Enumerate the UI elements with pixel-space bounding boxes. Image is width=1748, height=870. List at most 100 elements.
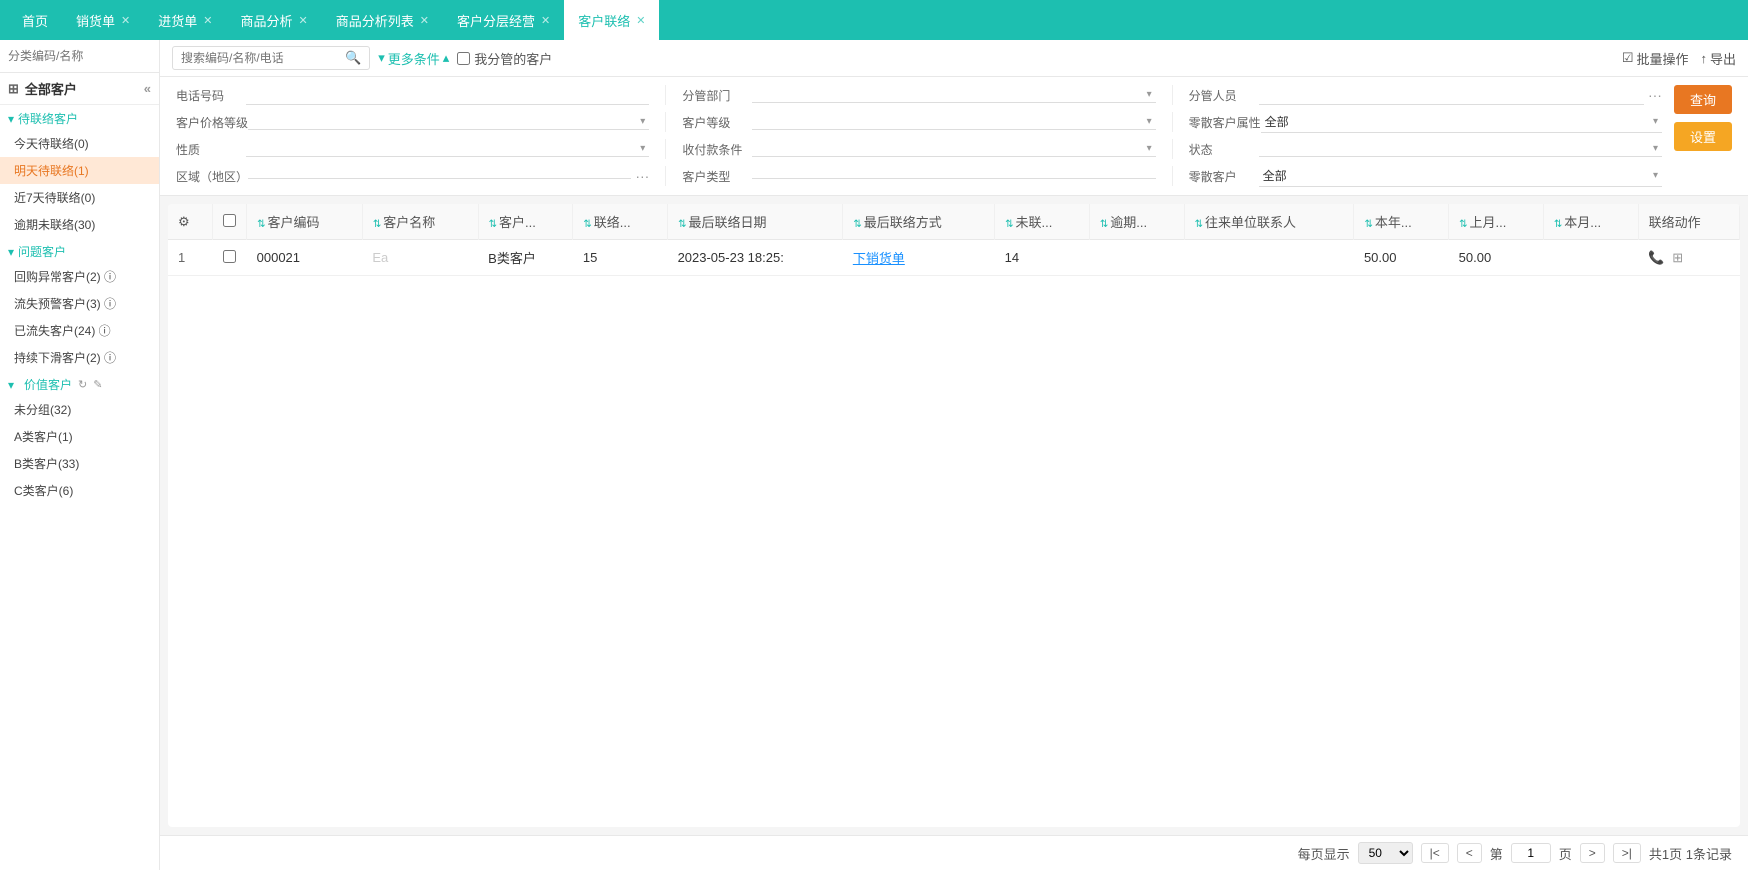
close-segmentation-tab[interactable]: ✕ — [541, 14, 550, 27]
next-page-button[interactable]: > — [1580, 843, 1605, 863]
person-input[interactable] — [1259, 86, 1644, 105]
sidebar-group-problem[interactable]: 问题客户 — [0, 238, 159, 263]
nav-product-analysis-list[interactable]: 商品分析列表 ✕ — [322, 0, 443, 40]
retail-customer-select[interactable]: 全部 ▾ — [1259, 165, 1662, 187]
sidebar-item-ungrouped[interactable]: 未分组(32) — [0, 396, 159, 423]
sidebar-item-churned[interactable]: 已流失客户(24) ⓘ — [0, 317, 159, 344]
sidebar-search-input[interactable] — [8, 49, 160, 63]
query-button[interactable]: 查询 — [1674, 85, 1732, 114]
my-customers-checkbox[interactable] — [457, 52, 470, 65]
person-dots-icon[interactable]: ··· — [1648, 87, 1662, 103]
close-product-list-tab[interactable]: ✕ — [420, 14, 429, 27]
region-label: 区域（地区） — [176, 168, 248, 185]
settings-icon[interactable]: ⚙ — [178, 214, 190, 229]
this-month-amount — [1543, 240, 1638, 276]
payment-select[interactable]: ▾ — [752, 141, 1155, 157]
close-contact-tab[interactable]: ✕ — [636, 14, 645, 27]
sidebar-item-churn-warning[interactable]: 流失预警客户(3) ⓘ — [0, 290, 159, 317]
close-sales-tab[interactable]: ✕ — [121, 14, 130, 27]
payment-chevron-icon: ▾ — [1147, 143, 1152, 154]
filter-retail-customer-cell: 零散客户 全部 ▾ — [1189, 165, 1662, 187]
last-contact-method[interactable]: 下销货单 — [843, 240, 995, 276]
qr-action-icon[interactable]: ⊞ — [1672, 250, 1683, 266]
filter-row-4: 区域（地区） ··· 客户类型 — [176, 165, 1662, 187]
main-search-input[interactable] — [181, 51, 341, 65]
main-search-box[interactable]: 🔍 — [172, 46, 370, 70]
retail-customer-chevron-icon: ▾ — [1653, 170, 1658, 181]
all-customers-header[interactable]: ⊞ 全部客户 « — [0, 73, 159, 105]
page-size-select[interactable]: 50 100 200 — [1358, 842, 1413, 864]
customer-table: ⚙ ⇅客户编码 ⇅客户名称 ⇅客户... ⇅联络... ⇅最后联络日期 ⇅最后联… — [168, 204, 1740, 276]
nav-purchase[interactable]: 进货单 ✕ — [144, 0, 226, 40]
payment-label: 收付款条件 — [682, 141, 752, 158]
sidebar-item-repurchase-abnormal[interactable]: 回购异常客户(2) ⓘ — [0, 263, 159, 290]
status-select[interactable]: ▾ — [1259, 141, 1662, 157]
page-size-label: 每页显示 — [1298, 844, 1350, 863]
batch-ops-button[interactable]: ☑ 批量操作 — [1622, 49, 1689, 68]
th-last-method: ⇅最后联络方式 — [843, 204, 995, 240]
region-select[interactable] — [248, 174, 631, 179]
close-product-analysis-tab[interactable]: ✕ — [299, 14, 308, 27]
nav-customer-segmentation[interactable]: 客户分层经营 ✕ — [443, 0, 564, 40]
table-row: 1 000021 Ea B类客户 15 2023-05-23 18:25: 下销… — [168, 240, 1740, 276]
nav-home[interactable]: 首页 — [8, 0, 62, 40]
main-content: 🔍 ▾ 更多条件 ▴ 我分管的客户 ☑ 批量操作 ↑ 导出 — [160, 40, 1748, 870]
last-page-button[interactable]: >| — [1613, 843, 1641, 863]
nav-sales[interactable]: 销货单 ✕ — [62, 0, 144, 40]
retail-customer-label: 零散客户 — [1189, 168, 1259, 185]
gender-select[interactable]: ▾ — [246, 141, 649, 157]
nav-customer-contact[interactable]: 客户联络 ✕ — [564, 0, 659, 40]
sidebar-item-declining[interactable]: 持续下滑客户(2) ⓘ — [0, 344, 159, 371]
filter-row-3: 性质 ▾ 收付款条件 ▾ — [176, 139, 1662, 159]
dept-select[interactable]: ▾ — [752, 87, 1155, 103]
sidebar-search-box[interactable]: 🔍 — [0, 40, 159, 73]
collapse-icon[interactable]: « — [144, 81, 151, 96]
sidebar-group-value[interactable]: 价值客户 ↻ ✎ — [0, 371, 159, 396]
my-customers-checkbox-label[interactable]: 我分管的客户 — [457, 49, 552, 68]
customer-type-label: 客户类型 — [682, 168, 752, 185]
value-edit-icon[interactable]: ✎ — [93, 378, 102, 391]
phone-action-icon[interactable]: 📞 — [1648, 250, 1664, 266]
th-last-month: ⇅上月... — [1449, 204, 1544, 240]
nav-product-analysis[interactable]: 商品分析 ✕ — [226, 0, 321, 40]
region-dots-icon[interactable]: ··· — [635, 168, 649, 184]
value-refresh-icon[interactable]: ↻ — [78, 378, 87, 391]
customer-type-select[interactable] — [752, 174, 1155, 179]
this-year-amount: 50.00 — [1354, 240, 1449, 276]
retail-attr-select[interactable]: 全部 ▾ — [1261, 111, 1662, 133]
price-level-chevron-icon: ▾ — [640, 116, 645, 127]
price-level-select[interactable]: ▾ — [248, 114, 649, 130]
export-button[interactable]: ↑ 导出 — [1700, 49, 1736, 68]
more-filters-button[interactable]: ▾ 更多条件 ▴ — [378, 49, 449, 68]
filter-action-buttons: 查询 设置 — [1674, 85, 1732, 151]
all-customers-label: 全部客户 — [25, 79, 77, 98]
first-page-button[interactable]: |< — [1421, 843, 1449, 863]
action-cell[interactable]: 📞 ⊞ — [1638, 240, 1739, 276]
prev-page-button[interactable]: < — [1457, 843, 1482, 863]
settings-button[interactable]: 设置 — [1674, 122, 1732, 151]
th-code: ⇅客户编码 — [247, 204, 363, 240]
page-number-input[interactable] — [1511, 843, 1551, 863]
th-settings[interactable]: ⚙ — [168, 204, 213, 240]
th-checkbox[interactable] — [213, 204, 247, 240]
sidebar-item-b-class[interactable]: B类客户(33) — [0, 450, 159, 477]
sidebar-group-pending[interactable]: 待联络客户 — [0, 105, 159, 130]
phone-input[interactable] — [246, 86, 649, 105]
filter-panel: 电话号码 分管部门 ▾ 分管人员 — [160, 77, 1748, 196]
customer-level-select[interactable]: ▾ — [752, 114, 1155, 130]
close-purchase-tab[interactable]: ✕ — [203, 14, 212, 27]
sidebar-item-a-class[interactable]: A类客户(1) — [0, 423, 159, 450]
retail-attr-chevron-icon: ▾ — [1653, 116, 1658, 127]
select-all-checkbox[interactable] — [223, 214, 236, 227]
row-checkbox-cell[interactable] — [213, 240, 247, 276]
sidebar-item-tomorrow[interactable]: 明天待联络(1) — [0, 157, 159, 184]
sidebar-item-c-class[interactable]: C类客户(6) — [0, 477, 159, 504]
sidebar: 🔍 ⊞ 全部客户 « 待联络客户 今天待联络(0) 明天待联络(1) 近7天待联… — [0, 40, 160, 870]
main-search-icon[interactable]: 🔍 — [345, 50, 361, 66]
page-suffix: 页 — [1559, 844, 1572, 863]
sidebar-item-7days[interactable]: 近7天待联络(0) — [0, 184, 159, 211]
sidebar-item-today[interactable]: 今天待联络(0) — [0, 130, 159, 157]
filter-retail-attr-cell: 零散客户属性 全部 ▾ — [1189, 111, 1662, 133]
sidebar-item-overdue[interactable]: 逾期未联络(30) — [0, 211, 159, 238]
row-checkbox[interactable] — [223, 250, 236, 263]
